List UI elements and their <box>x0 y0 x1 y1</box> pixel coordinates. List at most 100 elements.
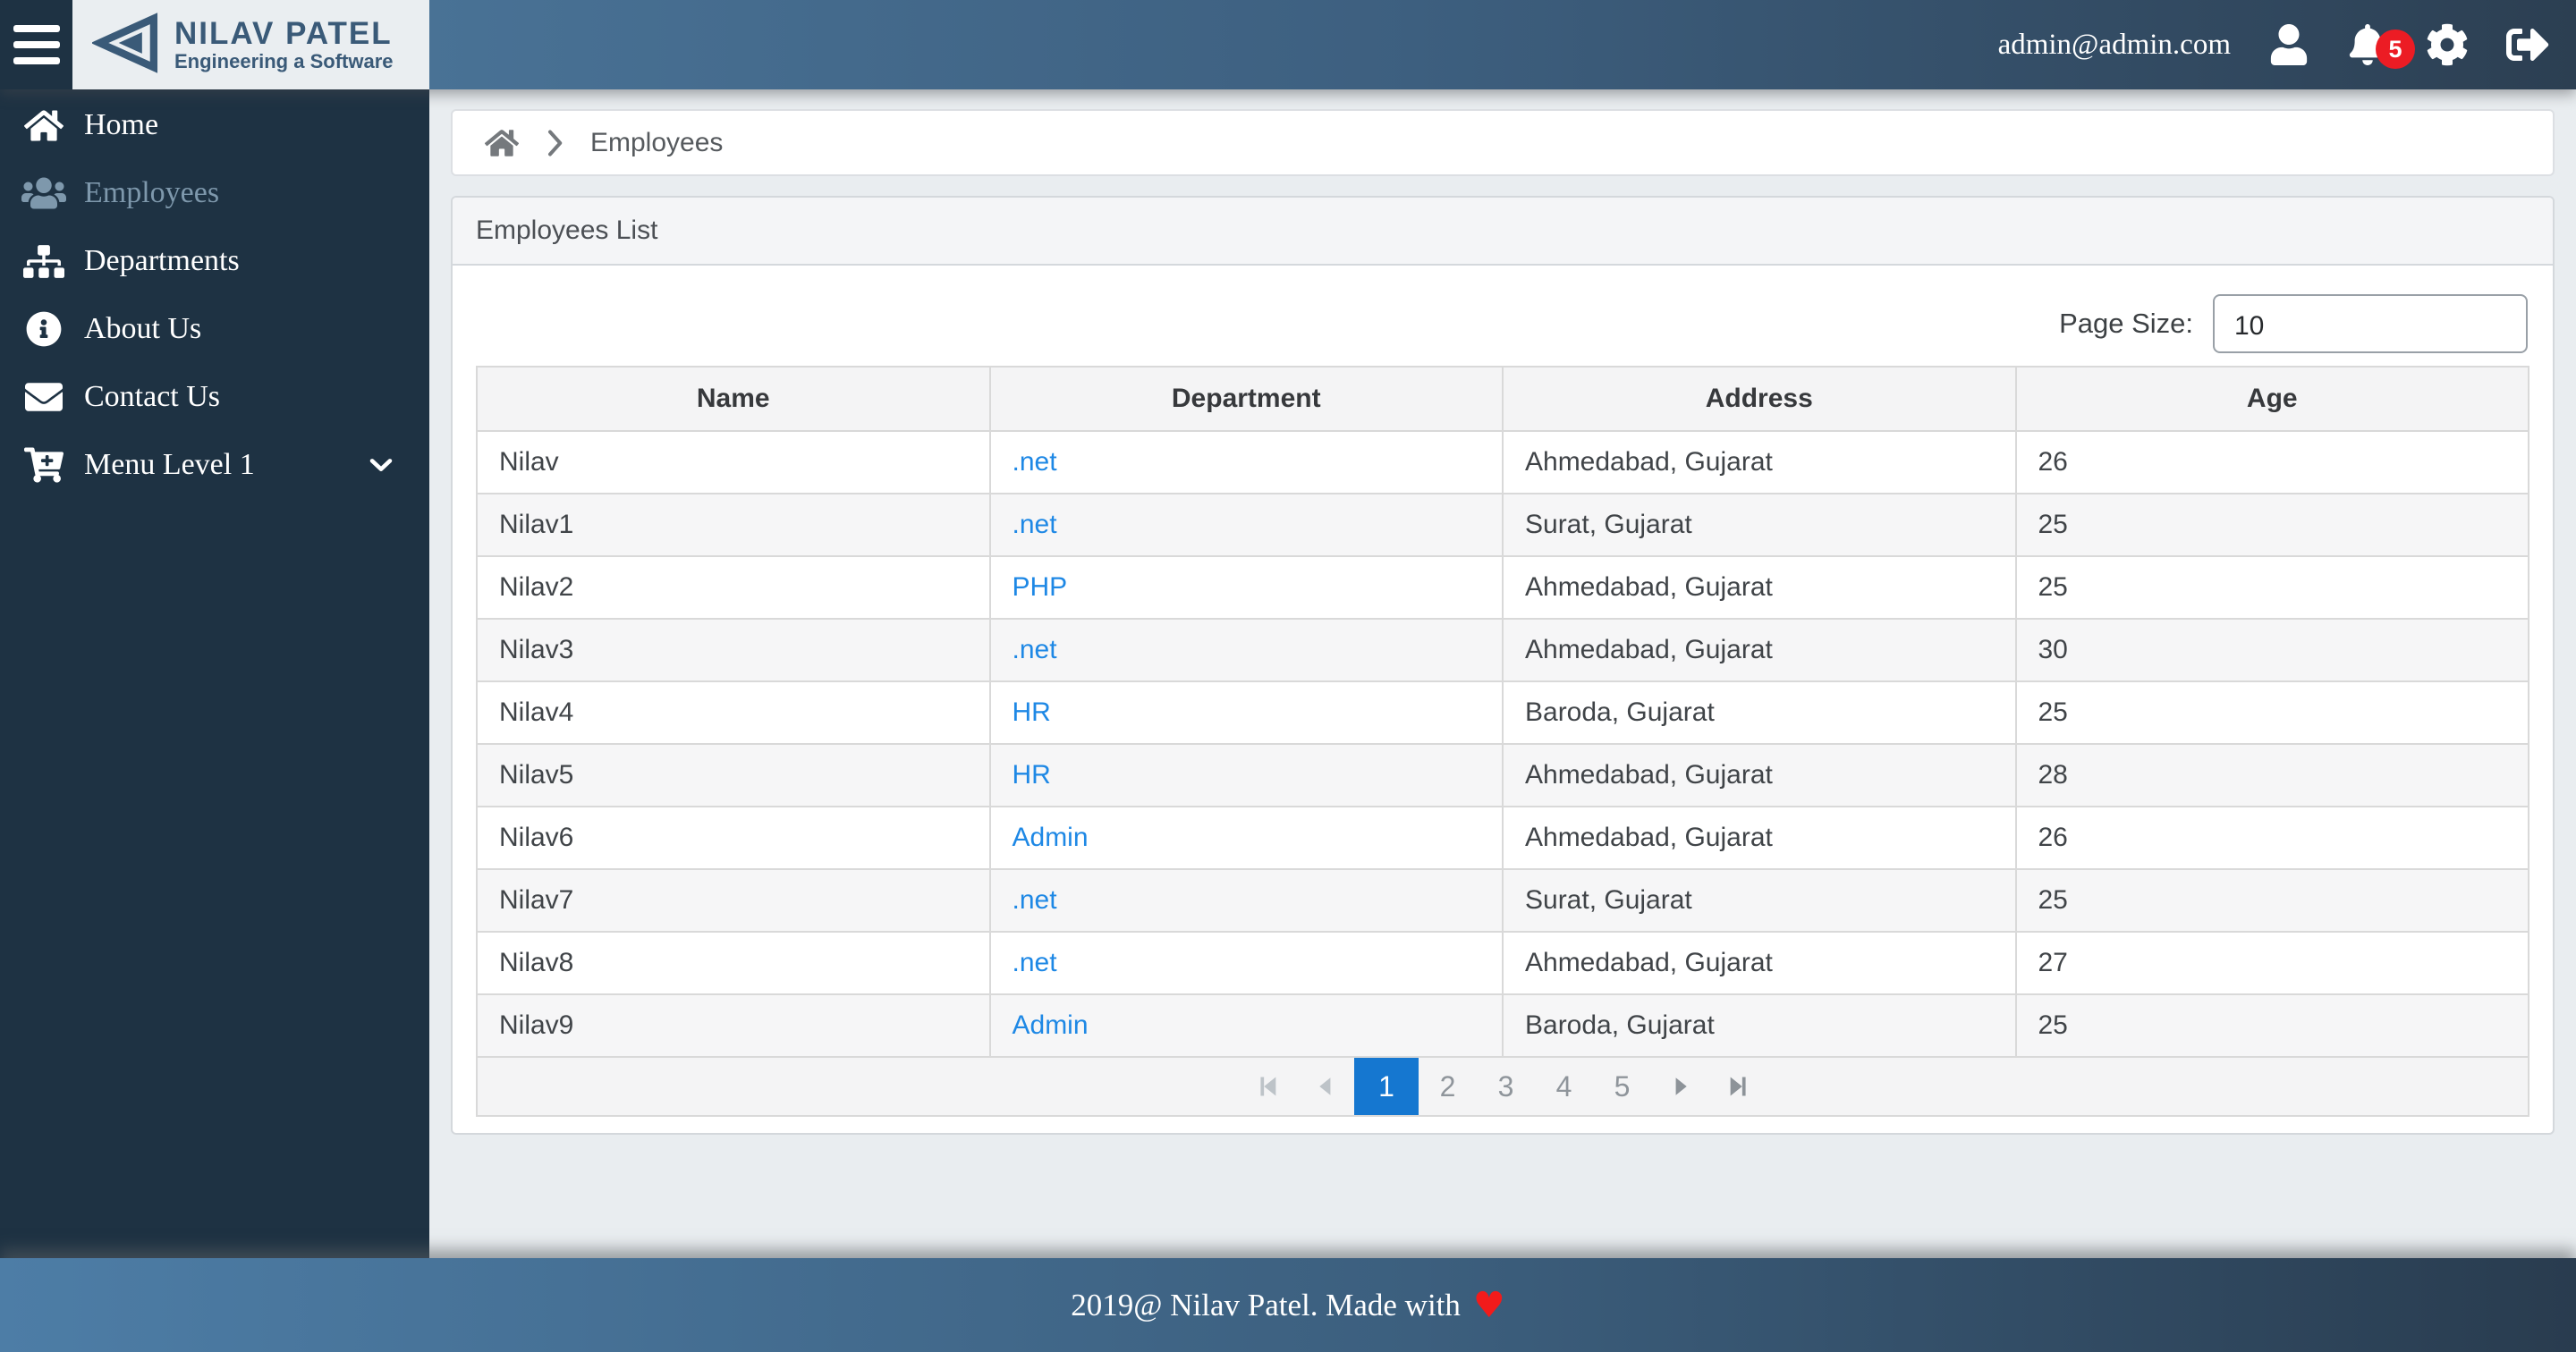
cell-name: Nilav5 <box>477 744 990 807</box>
cell-address: Ahmedabad, Gujarat <box>1503 744 2016 807</box>
column-header-department: Department <box>990 367 1504 431</box>
pagination-page-3[interactable]: 3 <box>1477 1058 1535 1115</box>
footer: 2019@ Nilav Patel. Made with ♥ <box>0 1258 2576 1352</box>
breadcrumb: Employees <box>451 109 2555 176</box>
pagination-first-button[interactable] <box>1238 1058 1296 1115</box>
user-icon[interactable] <box>2268 24 2309 65</box>
department-link[interactable]: HR <box>1013 697 1051 727</box>
pagination-page-4[interactable]: 4 <box>1535 1058 1593 1115</box>
table-header-row: Name Department Address Age <box>477 367 2529 431</box>
cart-plus-icon <box>16 447 72 483</box>
main-content: Employees Employees List Page Size: Name… <box>429 89 2576 1258</box>
sidebar-item-label: Contact Us <box>84 380 220 414</box>
cell-address: Surat, Gujarat <box>1503 869 2016 932</box>
brand-subtitle: Engineering a Software <box>174 51 394 72</box>
gear-icon[interactable] <box>2426 23 2469 66</box>
notifications-group: 5 <box>2347 24 2388 65</box>
sidebar-item-about-us[interactable]: About Us <box>0 295 429 363</box>
pagination-page-5[interactable]: 5 <box>1593 1058 1651 1115</box>
pagination-page-1[interactable]: 1 <box>1354 1058 1419 1115</box>
sidebar-item-label: Menu Level 1 <box>84 448 255 482</box>
cell-address: Ahmedabad, Gujarat <box>1503 932 2016 994</box>
department-link[interactable]: Admin <box>1013 1010 1089 1040</box>
heart-icon: ♥ <box>1473 1288 1505 1323</box>
pagination-prev-button[interactable] <box>1296 1058 1354 1115</box>
sidebar-item-label: Employees <box>84 176 219 210</box>
department-link[interactable]: .net <box>1013 510 1057 539</box>
breadcrumb-home-icon[interactable] <box>485 128 519 158</box>
cell-address: Surat, Gujarat <box>1503 494 2016 556</box>
department-link[interactable]: PHP <box>1013 572 1068 602</box>
cell-name: Nilav8 <box>477 932 990 994</box>
sidebar-item-employees[interactable]: Employees <box>0 159 429 227</box>
department-link[interactable]: .net <box>1013 885 1057 915</box>
users-icon <box>16 175 72 211</box>
cell-name: Nilav9 <box>477 994 990 1057</box>
cell-age: 26 <box>2016 807 2529 869</box>
department-link[interactable]: HR <box>1013 760 1051 790</box>
cell-name: Nilav4 <box>477 681 990 744</box>
pagination-page-2[interactable]: 2 <box>1419 1058 1477 1115</box>
department-link[interactable]: .net <box>1013 447 1057 477</box>
sidebar-item-label: Home <box>84 108 158 142</box>
brand-triangle-logo-icon <box>92 13 160 78</box>
table-row: Nilav1 .net Surat, Gujarat 25 <box>477 494 2529 556</box>
cell-age: 26 <box>2016 431 2529 494</box>
sidebar-item-label: Departments <box>84 244 240 278</box>
cell-name: Nilav3 <box>477 619 990 681</box>
table-row: Nilav3 .net Ahmedabad, Gujarat 30 <box>477 619 2529 681</box>
cell-age: 25 <box>2016 681 2529 744</box>
table-row: Nilav4 HR Baroda, Gujarat 25 <box>477 681 2529 744</box>
sign-out-icon[interactable] <box>2506 23 2549 66</box>
page-size-input[interactable] <box>2213 294 2528 353</box>
column-header-address: Address <box>1503 367 2016 431</box>
hamburger-menu-button[interactable] <box>13 25 60 64</box>
pagination-next-button[interactable] <box>1651 1058 1709 1115</box>
topbar-right-group: admin@admin.com 5 <box>1998 0 2576 89</box>
cell-age: 25 <box>2016 494 2529 556</box>
user-email: admin@admin.com <box>1998 29 2231 62</box>
cell-name: Nilav2 <box>477 556 990 619</box>
brand-text: NILAV PATEL Engineering a Software <box>174 18 394 72</box>
panel-body: Page Size: Name Department Address Age <box>453 294 2553 1133</box>
pagination-bar: 1 2 3 4 5 <box>476 1058 2529 1117</box>
cell-address: Baroda, Gujarat <box>1503 994 2016 1057</box>
employees-panel: Employees List Page Size: Name Departmen… <box>451 196 2555 1135</box>
brand-logo-box[interactable]: NILAV PATEL Engineering a Software <box>72 0 429 89</box>
sidebar-item-contact-us[interactable]: Contact Us <box>0 363 429 431</box>
cell-age: 27 <box>2016 932 2529 994</box>
department-link[interactable]: .net <box>1013 635 1057 664</box>
cell-name: Nilav1 <box>477 494 990 556</box>
table-row: Nilav8 .net Ahmedabad, Gujarat 27 <box>477 932 2529 994</box>
top-navbar: NILAV PATEL Engineering a Software admin… <box>0 0 2576 89</box>
sitemap-icon <box>16 245 72 278</box>
info-circle-icon <box>16 311 72 347</box>
cell-address: Ahmedabad, Gujarat <box>1503 431 2016 494</box>
cell-age: 25 <box>2016 994 2529 1057</box>
brand-title: NILAV PATEL <box>174 18 394 51</box>
pagination-last-button[interactable] <box>1709 1058 1767 1115</box>
page-size-label: Page Size: <box>2059 308 2193 340</box>
app-window: NILAV PATEL Engineering a Software admin… <box>0 0 2576 1352</box>
footer-text: 2019@ Nilav Patel. Made with <box>1071 1288 1461 1323</box>
column-header-name: Name <box>477 367 990 431</box>
cell-address: Ahmedabad, Gujarat <box>1503 619 2016 681</box>
panel-title: Employees List <box>453 198 2553 266</box>
column-header-age: Age <box>2016 367 2529 431</box>
envelope-icon <box>16 378 72 416</box>
chevron-right-icon <box>544 130 565 156</box>
sidebar-item-label: About Us <box>84 312 201 346</box>
sidebar-item-departments[interactable]: Departments <box>0 227 429 295</box>
department-link[interactable]: Admin <box>1013 823 1089 852</box>
employees-table: Name Department Address Age Nilav .net A… <box>476 366 2529 1058</box>
cell-name: Nilav <box>477 431 990 494</box>
cell-age: 25 <box>2016 869 2529 932</box>
cell-name: Nilav7 <box>477 869 990 932</box>
page-size-row: Page Size: <box>476 294 2528 353</box>
cell-address: Ahmedabad, Gujarat <box>1503 807 2016 869</box>
sidebar-item-home[interactable]: Home <box>0 91 429 159</box>
breadcrumb-current: Employees <box>590 128 723 158</box>
home-icon <box>16 108 72 143</box>
department-link[interactable]: .net <box>1013 948 1057 977</box>
sidebar-item-menu-level-1[interactable]: Menu Level 1 <box>0 431 429 499</box>
